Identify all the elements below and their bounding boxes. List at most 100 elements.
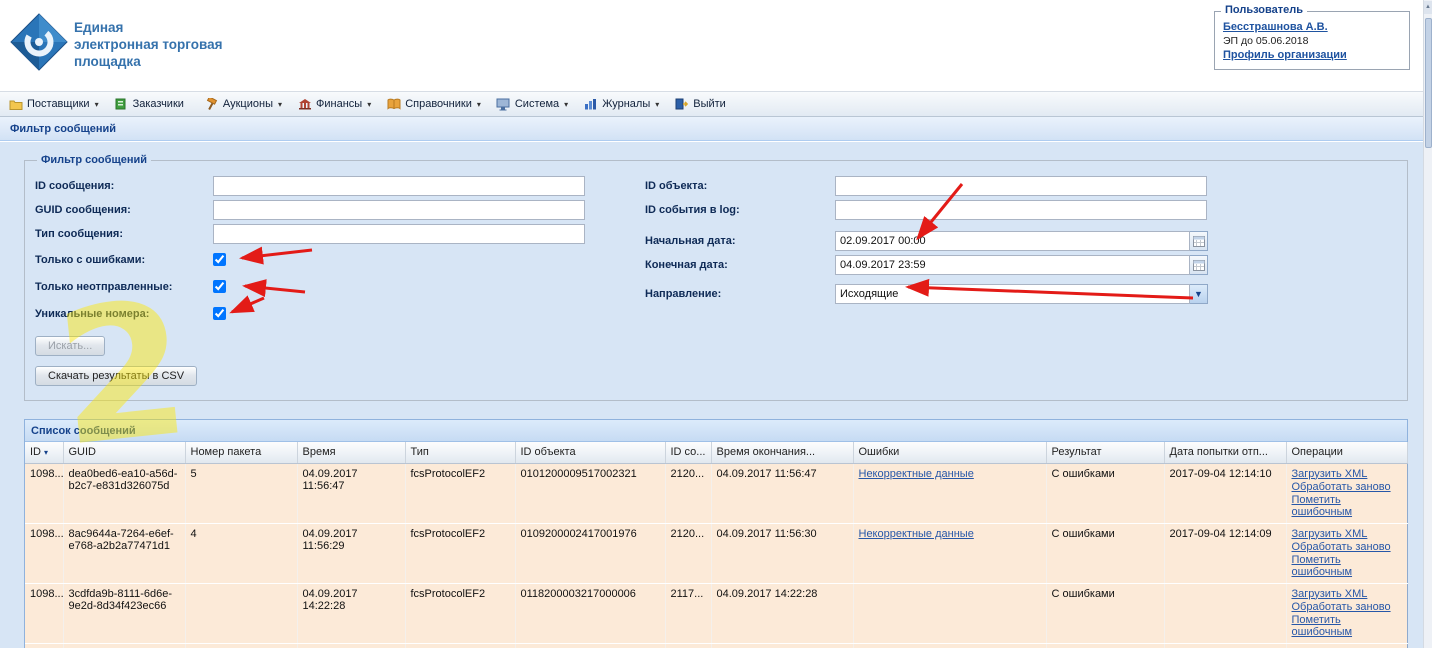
eetp-logo-icon <box>10 13 68 74</box>
chevron-down-icon: ▾ <box>564 99 569 109</box>
cell-type: fcsProtocolEF2 <box>405 583 516 644</box>
col-header-end-time[interactable]: Время окончания... <box>711 442 854 464</box>
menu-item-logout[interactable]: Выйти <box>674 97 731 111</box>
cell-guid: 98d378b-9805-99e7ae5f <box>63 643 186 648</box>
message-id-input[interactable] <box>213 176 585 196</box>
menu-item-system[interactable]: Система ▾ <box>496 97 568 111</box>
col-header-id-so[interactable]: ID со... <box>665 442 712 464</box>
reprocess-link[interactable]: Обработать заново <box>1292 481 1402 493</box>
journals-chart-icon <box>583 97 598 111</box>
cell-package: 4 <box>185 523 298 584</box>
menu-item-suppliers[interactable]: Поставщики ▾ <box>8 97 99 111</box>
cell-object-id: 0101200009517002321 <box>515 463 666 524</box>
customers-icon <box>114 97 129 111</box>
end-date-input[interactable] <box>835 255 1190 275</box>
download-csv-button[interactable]: Скачать результаты в CSV <box>35 366 198 386</box>
cell-errors: Некорректные данные <box>853 463 1047 524</box>
col-header-errors[interactable]: Ошибки <box>853 442 1047 464</box>
reprocess-link[interactable]: Обработать заново <box>1292 541 1402 553</box>
header-row: ID ▾ GUID Номер пакета Время Тип ID объек… <box>25 442 1408 464</box>
log-event-id-input[interactable] <box>835 200 1207 220</box>
unique-numbers-checkbox[interactable] <box>213 307 226 320</box>
search-button[interactable]: Искать... <box>35 336 106 356</box>
reprocess-link[interactable]: Обработать заново <box>1292 601 1402 613</box>
load-xml-link[interactable]: Загрузить XML <box>1292 588 1402 600</box>
menu-item-customers[interactable]: Заказчики <box>114 97 189 111</box>
end-date-label: Конечная дата: <box>645 259 728 271</box>
cell-result: С ошибками <box>1046 523 1165 584</box>
chevron-down-icon[interactable]: ▼ <box>1190 284 1208 304</box>
cell-result: С ошибками <box>1046 463 1165 524</box>
cell-errors <box>853 583 1047 644</box>
brand-line2: электронная торговая <box>74 37 223 52</box>
vertical-scrollbar[interactable]: ▲ <box>1423 0 1432 648</box>
calendar-icon[interactable] <box>1190 231 1208 251</box>
only-unsent-checkbox[interactable] <box>213 280 226 293</box>
table-row: 1098... 98d378b-9805-99e7ae5f 5 04.09.20… <box>25 643 1408 648</box>
cell-attempt-date: 2017-09-04 12:14:09 <box>1164 523 1287 584</box>
start-date-input[interactable] <box>835 231 1190 251</box>
grid-title-bar: Список сообщений <box>25 420 1407 442</box>
filter-right-column: ID объекта: ID события в log: Начальная … <box>645 174 1397 386</box>
only-errors-checkbox[interactable] <box>213 253 226 266</box>
col-header-operations[interactable]: Операции <box>1286 442 1408 464</box>
table-row: 1098... 3cdfda9b-8111-6d6e-9e2d-8d34f423… <box>25 583 1408 644</box>
col-header-attempt-date[interactable]: Дата попытки отп... <box>1164 442 1287 464</box>
user-panel: Пользователь Бесстрашнова А.В. ЭП до 05.… <box>1214 4 1410 70</box>
cell-package: 5 <box>185 643 298 648</box>
calendar-icon[interactable] <box>1190 255 1208 275</box>
col-header-package[interactable]: Номер пакета <box>185 442 298 464</box>
menu-label: Финансы <box>316 98 363 110</box>
col-header-type[interactable]: Тип <box>405 442 516 464</box>
system-monitor-icon <box>496 97 511 111</box>
error-details-link[interactable]: Некорректные данные <box>859 528 974 540</box>
mark-error-link[interactable]: Пометить ошибочным <box>1292 614 1402 638</box>
scroll-up-icon[interactable]: ▲ <box>1424 1 1432 14</box>
cell-type: fcsProtocolEF2 <box>405 523 516 584</box>
object-id-label: ID объекта: <box>645 180 708 192</box>
col-header-object-id[interactable]: ID объекта <box>515 442 666 464</box>
menu-item-auctions[interactable]: Аукционы ▾ <box>204 97 282 111</box>
mark-error-link[interactable]: Пометить ошибочным <box>1292 494 1402 518</box>
cell-guid: dea0bed6-ea10-a56d-b2c7-e831d326075d <box>63 463 186 524</box>
cell-attempt-date <box>1164 583 1287 644</box>
chevron-down-icon: ▾ <box>94 99 99 109</box>
messages-table: ID ▾ GUID Номер пакета Время Тип ID объек… <box>25 442 1408 648</box>
load-xml-link[interactable]: Загрузить XML <box>1292 528 1402 540</box>
cell-id-so: 2117... <box>665 583 712 644</box>
org-profile-link[interactable]: Профиль организации <box>1223 49 1401 61</box>
cell-time: 04.09.2017 11:56:29 <box>297 523 406 584</box>
col-header-guid[interactable]: GUID <box>63 442 186 464</box>
col-header-time[interactable]: Время <box>297 442 406 464</box>
start-date-label: Начальная дата: <box>645 235 736 247</box>
menu-label: Справочники <box>405 98 472 110</box>
col-header-result[interactable]: Результат <box>1046 442 1165 464</box>
direction-select[interactable] <box>835 284 1190 304</box>
log-event-id-label: ID события в log: <box>645 204 740 216</box>
menu-item-references[interactable]: Справочники ▾ <box>386 97 481 111</box>
col-header-id[interactable]: ID ▾ <box>25 442 64 464</box>
error-details-link[interactable]: Некорректные данные <box>859 468 974 480</box>
message-guid-input[interactable] <box>213 200 585 220</box>
menu-item-finance[interactable]: Финансы ▾ <box>297 97 371 111</box>
mark-error-link[interactable]: Пометить ошибочным <box>1292 554 1402 578</box>
load-xml-link[interactable]: Загрузить XML <box>1292 468 1402 480</box>
cell-result: С ошибками <box>1046 583 1165 644</box>
only-unsent-label: Только неотправленные: <box>35 280 173 293</box>
page-title-bar: Фильтр сообщений <box>0 117 1432 141</box>
user-name-link[interactable]: Бесстрашнова А.В. <box>1223 21 1401 33</box>
menu-label: Журналы <box>602 98 651 110</box>
cell-operations: Загрузить XML Обработать заново Пометить… <box>1286 523 1408 584</box>
chevron-down-icon: ▾ <box>277 99 282 109</box>
message-type-input[interactable] <box>213 224 585 244</box>
filter-fieldset: Фильтр сообщений ID сообщения: GUID сооб… <box>24 154 1408 401</box>
object-id-input[interactable] <box>835 176 1207 196</box>
top-header: Единая электронная торговая площадка Пол… <box>0 0 1432 92</box>
menu-item-journals[interactable]: Журналы ▾ <box>583 97 659 111</box>
cell-package <box>185 583 298 644</box>
finance-bank-icon <box>297 97 312 111</box>
menu-label: Аукционы <box>222 98 273 110</box>
scrollbar-thumb[interactable] <box>1425 18 1432 148</box>
unique-numbers-label: Уникальные номера: <box>35 307 150 320</box>
chevron-down-icon: ▾ <box>655 99 660 109</box>
